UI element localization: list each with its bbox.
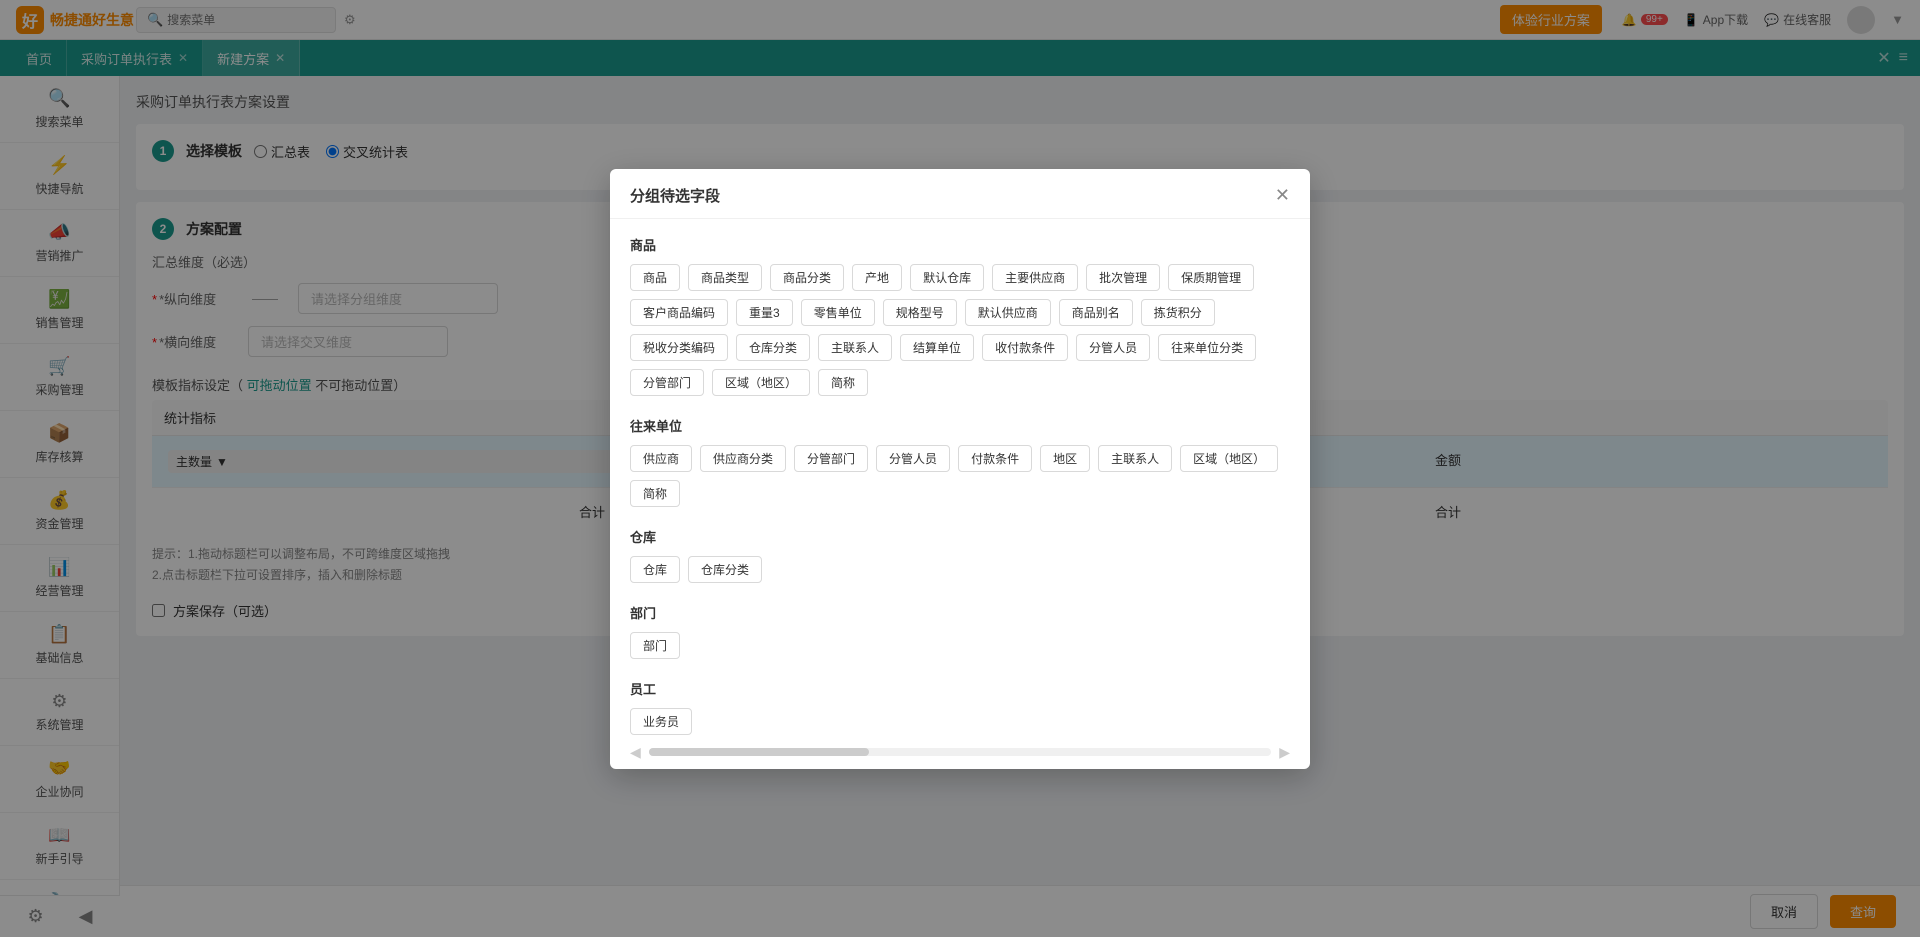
field-tag-0-7[interactable]: 保质期管理 (1168, 264, 1254, 291)
field-tag-0-8[interactable]: 客户商品编码 (630, 299, 728, 326)
scroll-left-icon[interactable]: ◀ (630, 744, 641, 761)
field-tag-1-1[interactable]: 供应商分类 (700, 445, 786, 472)
field-tag-0-2[interactable]: 商品分类 (770, 264, 844, 291)
field-tag-0-5[interactable]: 主要供应商 (992, 264, 1078, 291)
modal-section-0: 商品商品商品类型商品分类产地默认仓库主要供应商批次管理保质期管理客户商品编码重量… (630, 235, 1290, 396)
modal-scrollbar-row: ◀ ▶ (610, 738, 1310, 769)
field-tag-0-4[interactable]: 默认仓库 (910, 264, 984, 291)
field-tag-1-7[interactable]: 区域（地区） (1180, 445, 1278, 472)
field-tag-0-18[interactable]: 结算单位 (900, 334, 974, 361)
field-tag-0-13[interactable]: 商品别名 (1059, 299, 1133, 326)
field-tag-2-1[interactable]: 仓库分类 (688, 556, 762, 583)
field-tag-1-3[interactable]: 分管人员 (876, 445, 950, 472)
field-tag-2-0[interactable]: 仓库 (630, 556, 680, 583)
field-tag-1-8[interactable]: 简称 (630, 480, 680, 507)
field-tag-0-10[interactable]: 零售单位 (801, 299, 875, 326)
field-tag-0-9[interactable]: 重量3 (736, 299, 793, 326)
field-tag-0-22[interactable]: 分管部门 (630, 369, 704, 396)
field-tag-1-5[interactable]: 地区 (1040, 445, 1090, 472)
field-tag-0-0[interactable]: 商品 (630, 264, 680, 291)
field-tag-0-14[interactable]: 拣货积分 (1141, 299, 1215, 326)
field-tag-0-1[interactable]: 商品类型 (688, 264, 762, 291)
modal-overlay: 分组待选字段 ✕ 商品商品商品类型商品分类产地默认仓库主要供应商批次管理保质期管… (0, 0, 1920, 937)
field-tag-0-15[interactable]: 税收分类编码 (630, 334, 728, 361)
modal-header: 分组待选字段 ✕ (610, 169, 1310, 219)
modal-section-tags-4: 业务员 (630, 708, 1290, 735)
field-tag-0-3[interactable]: 产地 (852, 264, 902, 291)
modal-hscrollbar[interactable] (649, 748, 1271, 756)
field-tag-0-24[interactable]: 简称 (818, 369, 868, 396)
field-tag-0-12[interactable]: 默认供应商 (965, 299, 1051, 326)
field-tag-1-6[interactable]: 主联系人 (1098, 445, 1172, 472)
modal-close-icon[interactable]: ✕ (1275, 185, 1290, 206)
field-tag-1-0[interactable]: 供应商 (630, 445, 692, 472)
modal-section-tags-0: 商品商品类型商品分类产地默认仓库主要供应商批次管理保质期管理客户商品编码重量3 零… (630, 264, 1290, 396)
field-tag-0-6[interactable]: 批次管理 (1086, 264, 1160, 291)
modal-section-4: 员工业务员 (630, 679, 1290, 735)
field-tag-0-19[interactable]: 收付款条件 (982, 334, 1068, 361)
field-tag-3-0[interactable]: 部门 (630, 632, 680, 659)
modal-section-title-1: 往来单位 (630, 416, 1290, 435)
field-tag-0-21[interactable]: 往来单位分类 (1158, 334, 1256, 361)
field-tag-1-2[interactable]: 分管部门 (794, 445, 868, 472)
field-tag-4-0[interactable]: 业务员 (630, 708, 692, 735)
modal-section-tags-2: 仓库仓库分类 (630, 556, 1290, 583)
field-tag-0-11[interactable]: 规格型号 (883, 299, 957, 326)
modal-section-title-2: 仓库 (630, 527, 1290, 546)
modal-section-3: 部门部门 (630, 603, 1290, 659)
modal-title: 分组待选字段 (630, 185, 720, 206)
modal-section-title-0: 商品 (630, 235, 1290, 254)
field-tag-0-20[interactable]: 分管人员 (1076, 334, 1150, 361)
modal-section-title-4: 员工 (630, 679, 1290, 698)
modal-section-title-3: 部门 (630, 603, 1290, 622)
field-selector-modal: 分组待选字段 ✕ 商品商品商品类型商品分类产地默认仓库主要供应商批次管理保质期管… (610, 169, 1310, 769)
modal-section-tags-3: 部门 (630, 632, 1290, 659)
field-tag-0-17[interactable]: 主联系人 (818, 334, 892, 361)
modal-hscroll-thumb (649, 748, 869, 756)
field-tag-0-23[interactable]: 区域（地区） (712, 369, 810, 396)
modal-section-1: 往来单位供应商供应商分类分管部门分管人员付款条件地区主联系人区域（地区） 简称 (630, 416, 1290, 507)
field-tag-1-4[interactable]: 付款条件 (958, 445, 1032, 472)
scroll-right-icon[interactable]: ▶ (1279, 744, 1290, 761)
modal-body: 商品商品商品类型商品分类产地默认仓库主要供应商批次管理保质期管理客户商品编码重量… (610, 219, 1310, 738)
modal-section-2: 仓库仓库仓库分类 (630, 527, 1290, 583)
modal-section-tags-1: 供应商供应商分类分管部门分管人员付款条件地区主联系人区域（地区） 简称 (630, 445, 1290, 507)
field-tag-0-16[interactable]: 仓库分类 (736, 334, 810, 361)
